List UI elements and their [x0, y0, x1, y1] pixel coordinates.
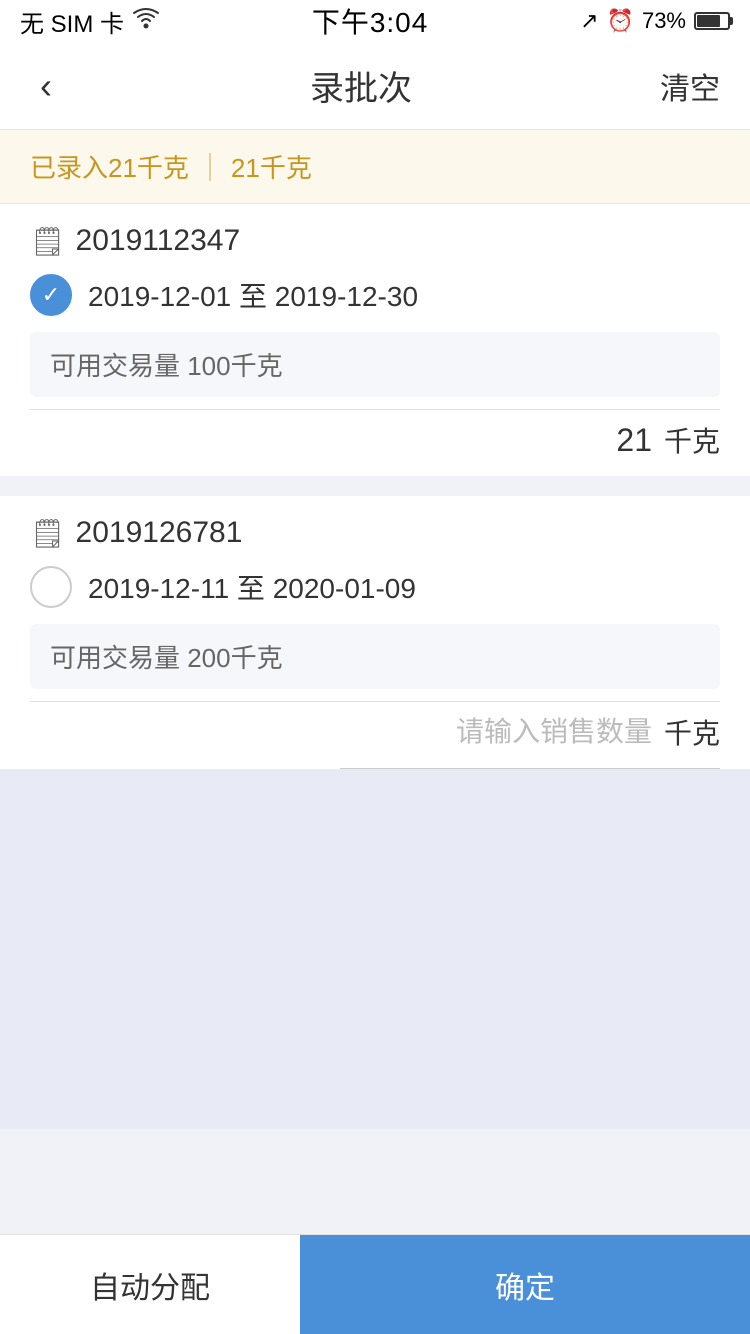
- status-bar: 无 SIM 卡 下午3:04 ↗ ⏰ 73%: [0, 0, 750, 42]
- radio-button-2[interactable]: [30, 566, 72, 608]
- clear-button[interactable]: 清空: [660, 64, 720, 108]
- battery-icon: [694, 12, 730, 30]
- input-qty-unit-2: 千克: [664, 712, 720, 752]
- item-id-1: 2019112347: [76, 224, 241, 258]
- doc-icon-2: 🗒: [30, 517, 66, 550]
- item-qty-unit-1: 千克: [664, 420, 720, 460]
- item-date-2: 2019-12-11 至 2020-01-09: [88, 567, 416, 607]
- item-row-2: 2019-12-11 至 2020-01-09: [0, 558, 750, 616]
- page-title: 录批次: [310, 61, 412, 110]
- status-right: ↗ ⏰ 73%: [580, 8, 730, 34]
- item-date-1: 2019-12-01 至 2019-12-30: [88, 275, 418, 315]
- content-wrapper: 🗒 2019112347 ✓ 2019-12-01 至 2019-12-30 可…: [0, 204, 750, 1229]
- info-divider: [209, 153, 211, 181]
- nav-bar: ‹ 录批次 清空: [0, 42, 750, 130]
- item-header-1: 🗒 2019112347: [0, 204, 750, 266]
- alarm-icon: ⏰: [607, 8, 634, 34]
- input-underline: [340, 768, 720, 769]
- empty-area: [0, 769, 750, 1129]
- doc-icon-1: 🗒: [30, 225, 66, 258]
- status-time: 下午3:04: [312, 1, 429, 41]
- info-recorded-label: 已录入21千克: [30, 148, 189, 185]
- item-avail-1: 可用交易量 100千克: [30, 332, 720, 397]
- qty-input-2[interactable]: [352, 716, 652, 748]
- item-card-2: 🗒 2019126781 2019-12-11 至 2020-01-09 可用交…: [0, 496, 750, 769]
- back-button[interactable]: ‹: [30, 55, 62, 117]
- battery-percent: 73%: [642, 8, 686, 34]
- input-qty-row-2: 千克: [0, 702, 750, 768]
- confirm-button[interactable]: 确定: [300, 1235, 750, 1334]
- sim-status: 无 SIM 卡: [20, 4, 124, 39]
- auto-distribute-button[interactable]: 自动分配: [0, 1235, 300, 1334]
- location-icon: ↗: [580, 8, 598, 34]
- section-separator: [0, 476, 750, 496]
- bottom-bar: 自动分配 确定: [0, 1234, 750, 1334]
- item-qty-value-1: 21: [616, 422, 652, 459]
- item-card-1: 🗒 2019112347 ✓ 2019-12-01 至 2019-12-30 可…: [0, 204, 750, 476]
- status-left: 无 SIM 卡: [20, 4, 160, 39]
- item-row-1: ✓ 2019-12-01 至 2019-12-30: [0, 266, 750, 324]
- item-avail-2: 可用交易量 200千克: [30, 624, 720, 689]
- item-header-2: 🗒 2019126781: [0, 496, 750, 558]
- info-banner: 已录入21千克 21千克: [0, 130, 750, 204]
- item-qty-row-1: 21 千克: [0, 410, 750, 476]
- check-icon-1: ✓: [42, 284, 60, 306]
- info-value: 21千克: [231, 148, 312, 185]
- wifi-icon: [132, 7, 160, 36]
- item-id-2: 2019126781: [76, 516, 243, 550]
- radio-button-1[interactable]: ✓: [30, 274, 72, 316]
